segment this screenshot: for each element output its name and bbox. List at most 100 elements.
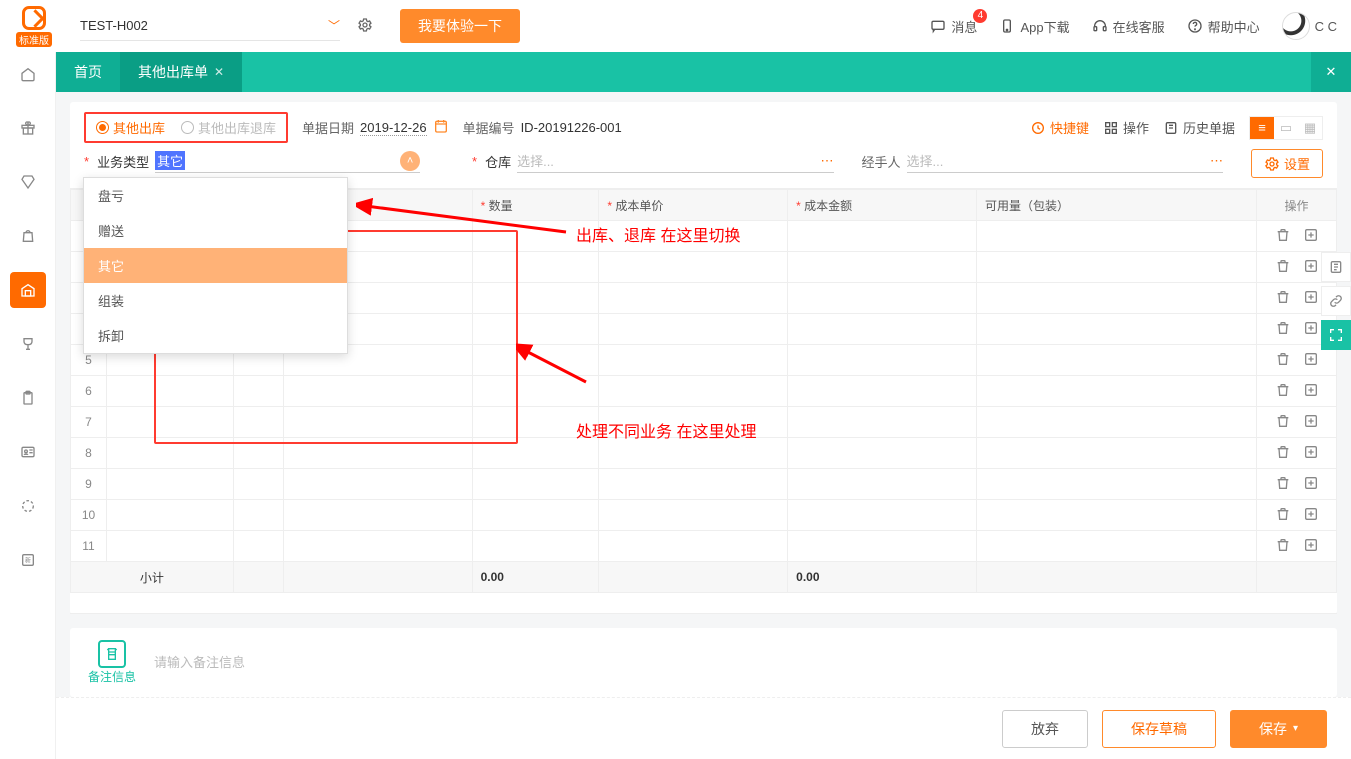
table-row[interactable]: 10 xyxy=(71,500,1337,531)
subtotal-row: 小计 0.00 0.00 xyxy=(71,562,1337,593)
sidebar-home-icon[interactable] xyxy=(10,56,46,92)
card-view-icon[interactable]: ▭ xyxy=(1274,117,1298,139)
delete-icon[interactable] xyxy=(1272,444,1294,463)
th-operation[interactable]: 操作 xyxy=(1257,190,1337,221)
business-type-field[interactable]: * 业务类型 其它 ˄ 盘亏 赠送 其它 组装 拆卸 xyxy=(84,149,444,173)
assist-rail xyxy=(1321,252,1351,350)
dd-opt-pankui[interactable]: 盘亏 xyxy=(84,178,347,213)
sidebar-sync-icon[interactable] xyxy=(10,488,46,524)
grid-view-icon[interactable]: ▦ xyxy=(1298,117,1322,139)
add-icon[interactable] xyxy=(1300,475,1322,494)
trial-button[interactable]: 我要体验一下 xyxy=(400,9,520,43)
dd-opt-qita[interactable]: 其它 xyxy=(84,248,347,283)
add-icon[interactable] xyxy=(1300,320,1322,339)
calendar-icon xyxy=(433,118,449,137)
user-menu[interactable]: C C xyxy=(1282,12,1337,40)
table-row[interactable]: 8 xyxy=(71,438,1337,469)
link-icon[interactable] xyxy=(1321,286,1351,316)
dd-opt-zuzhuang[interactable]: 组装 xyxy=(84,283,347,318)
radio-other-out[interactable]: 其他出库 xyxy=(96,118,165,137)
gear-icon[interactable] xyxy=(354,17,376,36)
note-icon[interactable] xyxy=(1321,252,1351,282)
th-qty[interactable]: 数量 xyxy=(472,190,599,221)
sidebar-clipboard-icon[interactable] xyxy=(10,380,46,416)
remark-icon: 备注信息 xyxy=(88,640,136,685)
tabs-close-icon[interactable]: ✕ xyxy=(1311,52,1351,92)
business-type-value: 其它 xyxy=(155,151,185,170)
save-button[interactable]: 保存 ▾ xyxy=(1230,710,1327,748)
warehouse-field[interactable]: * 仓库 选择... ⋯ xyxy=(472,149,834,173)
close-icon[interactable]: ✕ xyxy=(214,65,224,79)
delete-icon[interactable] xyxy=(1272,413,1294,432)
chevron-up-icon[interactable]: ˄ xyxy=(400,151,420,171)
chevron-down-icon: ﹀ xyxy=(328,17,340,34)
tab-other-outbound[interactable]: 其他出库单 ✕ xyxy=(120,52,242,92)
table-row[interactable]: 7 xyxy=(71,407,1337,438)
messages-badge: 4 xyxy=(973,9,987,23)
delete-icon[interactable] xyxy=(1272,351,1294,370)
add-icon[interactable] xyxy=(1300,506,1322,525)
tab-home[interactable]: 首页 xyxy=(56,52,120,92)
sidebar-bag-icon[interactable] xyxy=(10,218,46,254)
messages-button[interactable]: 消息 4 xyxy=(930,17,977,36)
add-icon[interactable] xyxy=(1300,413,1322,432)
app-download-button[interactable]: App下载 xyxy=(999,17,1069,36)
table-row[interactable]: 9 xyxy=(71,469,1337,500)
add-icon[interactable] xyxy=(1300,382,1322,401)
app-logo: 标准版 xyxy=(14,6,54,47)
top-right: 消息 4 App下载 在线客服 帮助中心 C C xyxy=(930,12,1337,40)
discard-button[interactable]: 放弃 xyxy=(1002,710,1088,748)
expand-icon[interactable] xyxy=(1321,320,1351,350)
th-available[interactable]: 可用量（包装） xyxy=(977,190,1257,221)
delete-icon[interactable] xyxy=(1272,537,1294,556)
table-row[interactable]: 11 xyxy=(71,531,1337,562)
delete-icon[interactable] xyxy=(1272,475,1294,494)
sidebar-warehouse-icon[interactable] xyxy=(10,272,46,308)
user-name: C C xyxy=(1315,19,1337,34)
shortcut-button[interactable]: 快捷键 xyxy=(1030,118,1089,137)
add-icon[interactable] xyxy=(1300,227,1322,246)
dd-opt-zengsong[interactable]: 赠送 xyxy=(84,213,347,248)
version-badge: 标准版 xyxy=(16,32,52,47)
list-view-icon[interactable]: ≡ xyxy=(1250,117,1274,139)
dd-opt-chaixie[interactable]: 拆卸 xyxy=(84,318,347,353)
sidebar-new-icon[interactable]: 新 xyxy=(10,542,46,578)
radio-other-return[interactable]: 其他出库退库 xyxy=(181,118,276,137)
add-icon[interactable] xyxy=(1300,289,1322,308)
radio-on-icon xyxy=(96,121,109,134)
sidebar-id-icon[interactable] xyxy=(10,434,46,470)
handler-field[interactable]: 经手人 选择... ⋯ xyxy=(862,149,1224,173)
delete-icon[interactable] xyxy=(1272,289,1294,308)
delete-icon[interactable] xyxy=(1272,227,1294,246)
add-icon[interactable] xyxy=(1300,258,1322,277)
more-icon[interactable]: ⋯ xyxy=(821,153,834,169)
save-draft-button[interactable]: 保存草稿 xyxy=(1102,710,1216,748)
settings-button[interactable]: 设置 xyxy=(1251,149,1323,178)
delete-icon[interactable] xyxy=(1272,506,1294,525)
delete-icon[interactable] xyxy=(1272,258,1294,277)
remark-input[interactable] xyxy=(154,655,1319,670)
delete-icon[interactable] xyxy=(1272,382,1294,401)
sidebar-diamond-icon[interactable] xyxy=(10,164,46,200)
add-icon[interactable] xyxy=(1300,444,1322,463)
table-row[interactable]: 6 xyxy=(71,376,1337,407)
bill-date-field[interactable]: 单据日期 2019-12-26 xyxy=(302,118,449,137)
th-cost-price[interactable]: 成本单价 xyxy=(599,190,788,221)
top-bar: 标准版 TEST-H002 ﹀ 我要体验一下 消息 4 App下载 在线客服 帮… xyxy=(0,0,1351,52)
th-cost-amount[interactable]: 成本金额 xyxy=(788,190,977,221)
page-tabs: 首页 其他出库单 ✕ ✕ xyxy=(56,52,1351,92)
help-button[interactable]: 帮助中心 xyxy=(1187,17,1260,36)
add-icon[interactable] xyxy=(1300,351,1322,370)
remark-section: 备注信息 xyxy=(70,628,1337,697)
add-icon[interactable] xyxy=(1300,537,1322,556)
sidebar-gift-icon[interactable] xyxy=(10,110,46,146)
sidebar-money-icon[interactable] xyxy=(10,326,46,362)
view-mode-toggle[interactable]: ≡ ▭ ▦ xyxy=(1249,116,1323,140)
action-button[interactable]: 操作 xyxy=(1103,118,1149,137)
avatar-icon xyxy=(1282,12,1310,40)
customer-service-button[interactable]: 在线客服 xyxy=(1092,17,1165,36)
store-selector[interactable]: TEST-H002 ﹀ xyxy=(80,11,340,41)
more-icon[interactable]: ⋯ xyxy=(1210,153,1223,169)
delete-icon[interactable] xyxy=(1272,320,1294,339)
history-button[interactable]: 历史单据 xyxy=(1163,118,1235,137)
